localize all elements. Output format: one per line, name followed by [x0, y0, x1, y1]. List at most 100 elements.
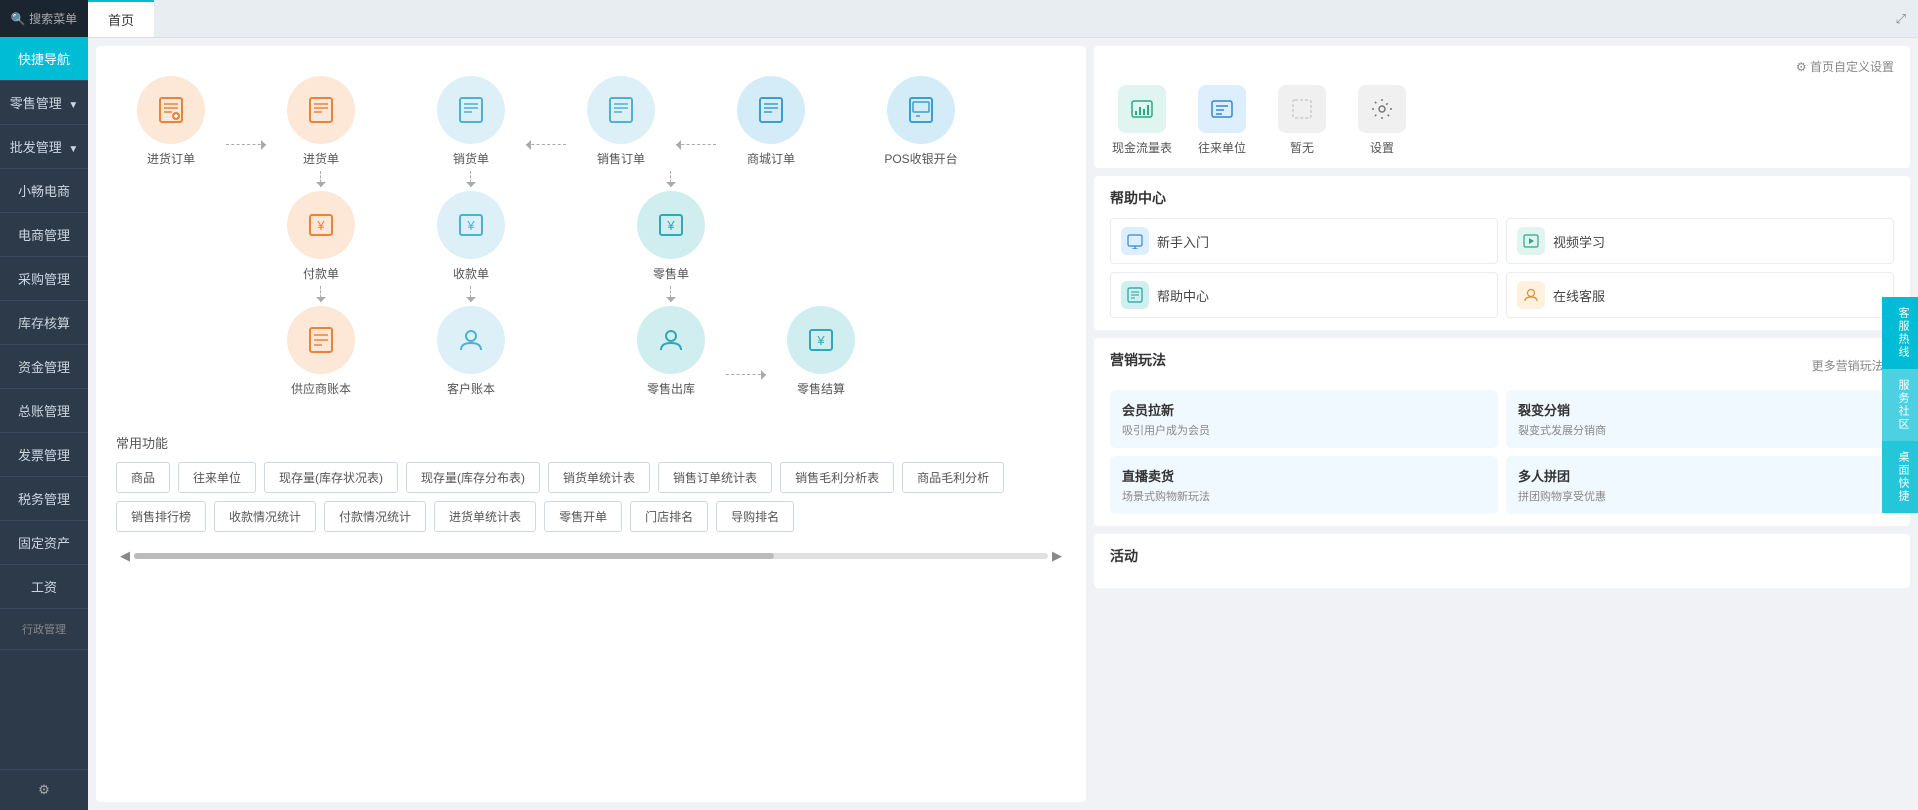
- func-btn-partner[interactable]: 往来单位: [178, 462, 256, 493]
- sidebar-item-inventory[interactable]: 库存核算: [0, 301, 88, 345]
- left-panel: 进货订单 进货单: [96, 46, 1086, 802]
- sidebar-item-label: 采购管理: [18, 272, 70, 287]
- wf-node-retail-settlement[interactable]: ¥ 零售结算: [766, 306, 876, 397]
- sidebar-item-invoice-mgmt[interactable]: 发票管理: [0, 433, 88, 477]
- sidebar-item-wholesale-mgmt[interactable]: 批发管理 ▼: [0, 125, 88, 169]
- tab-home[interactable]: 首页: [88, 0, 154, 37]
- wf-node-purchase-order[interactable]: 进货订单: [116, 76, 226, 167]
- float-btn-service-community[interactable]: 服务社区: [1882, 369, 1918, 441]
- wf-label-pos-cashier: POS收银开台: [884, 150, 957, 167]
- sidebar-settings-button[interactable]: ⚙: [0, 769, 88, 810]
- sidebar-item-purchase-mgmt[interactable]: 采购管理: [0, 257, 88, 301]
- wf-node-supplier-account[interactable]: 供应商账本: [266, 306, 376, 397]
- func-btn-sales-margin[interactable]: 销售毛利分析表: [780, 462, 894, 493]
- marketing-grid: 会员拉新 吸引用户成为会员 裂变分销 裂变式发展分销商 直播卖货 场景式购物新玩…: [1110, 390, 1894, 514]
- help-item-help[interactable]: 帮助中心: [1110, 272, 1498, 318]
- home-settings-link[interactable]: ⚙ 首页自定义设置: [1796, 58, 1894, 75]
- mkt-member-title: 会员拉新: [1122, 400, 1486, 419]
- wf-node-retail-order[interactable]: ¥ 零售单: [616, 191, 726, 282]
- func-btn-inventory-dist[interactable]: 现存量(库存分布表): [406, 462, 540, 493]
- wf-node-payment-slip[interactable]: ¥ 付款单: [266, 191, 376, 282]
- func-btn-goods[interactable]: 商品: [116, 462, 170, 493]
- help-item-video[interactable]: 视频学习: [1506, 218, 1894, 264]
- sidebar-item-label: 小畅电商: [18, 184, 70, 199]
- workflow-diagram: 进货订单 进货单: [116, 66, 1066, 417]
- mall-order-icon: [737, 76, 805, 144]
- wf-label-supplier-account: 供应商账本: [291, 380, 351, 397]
- wf-node-pos-cashier[interactable]: POS收银开台: [866, 76, 976, 167]
- tab-expand-button[interactable]: ⤢: [1884, 3, 1918, 35]
- func-btn-sales-stats[interactable]: 销货单统计表: [548, 462, 650, 493]
- func-btn-store-rank[interactable]: 门店排名: [630, 501, 708, 532]
- content-area: 进货订单 进货单: [88, 38, 1918, 810]
- svg-text:¥: ¥: [816, 333, 825, 348]
- help-item-beginner[interactable]: 新手入门: [1110, 218, 1498, 264]
- sidebar-item-label: 发票管理: [18, 448, 70, 463]
- wf-node-retail-outbound[interactable]: 零售出库: [616, 306, 726, 397]
- scroll-thumb[interactable]: [134, 553, 774, 559]
- common-functions-title: 常用功能: [116, 433, 1066, 452]
- qn-partner-units[interactable]: 往来单位: [1190, 85, 1254, 156]
- sidebar-item-general-ledger[interactable]: 总账管理: [0, 389, 88, 433]
- sidebar-item-ec-mgmt[interactable]: 电商管理: [0, 213, 88, 257]
- wf-node-sales-slip[interactable]: 销货单: [416, 76, 526, 167]
- common-functions: 常用功能 商品 往来单位 现存量(库存状况表) 现存量(库存分布表) 销货单统计…: [116, 433, 1066, 532]
- func-btn-payment-stats[interactable]: 付款情况统计: [324, 501, 426, 532]
- func-btn-goods-margin[interactable]: 商品毛利分析: [902, 462, 1004, 493]
- help-item-online[interactable]: 在线客服: [1506, 272, 1894, 318]
- partner-units-icon: [1198, 85, 1246, 133]
- sidebar-item-label: 固定资产: [18, 536, 70, 551]
- sidebar-item-quick-nav[interactable]: 快捷导航: [0, 37, 88, 81]
- mkt-item-member[interactable]: 会员拉新 吸引用户成为会员: [1110, 390, 1498, 448]
- func-btn-receipt-stats[interactable]: 收款情况统计: [214, 501, 316, 532]
- qn-cash-flow[interactable]: 现金流量表: [1110, 85, 1174, 156]
- func-btn-sales-rank[interactable]: 销售排行榜: [116, 501, 206, 532]
- chevron-down-icon: ▼: [68, 144, 78, 155]
- sidebar-item-tax-mgmt[interactable]: 税务管理: [0, 477, 88, 521]
- sidebar-search[interactable]: 🔍 搜索菜单: [0, 0, 88, 37]
- wf-label-payment-slip: 付款单: [303, 265, 339, 282]
- func-btn-retail-order[interactable]: 零售开单: [544, 501, 622, 532]
- scroll-track[interactable]: [134, 553, 1048, 559]
- wf-label-customer-account: 客户账本: [447, 380, 495, 397]
- scroll-left-arrow[interactable]: ◀: [116, 548, 134, 564]
- sidebar-item-other-mgmt[interactable]: 行政管理: [0, 609, 88, 650]
- qn-settings[interactable]: 设置: [1350, 85, 1414, 156]
- sidebar-item-label: 电商管理: [18, 228, 70, 243]
- video-icon: [1517, 227, 1545, 255]
- sidebar-item-payroll[interactable]: 工资: [0, 565, 88, 609]
- payment-slip-icon: ¥: [287, 191, 355, 259]
- wf-node-customer-account[interactable]: 客户账本: [416, 306, 526, 397]
- sidebar: 🔍 搜索菜单 快捷导航 零售管理 ▼ 批发管理 ▼ 小畅电商 电商管理 采购管理…: [0, 0, 88, 810]
- func-btn-inventory-status[interactable]: 现存量(库存状况表): [264, 462, 398, 493]
- mkt-item-live[interactable]: 直播卖货 场景式购物新玩法: [1110, 456, 1498, 514]
- func-btn-sales-order-stats[interactable]: 销售订单统计表: [658, 462, 772, 493]
- float-btn-customer-service[interactable]: 客服热线: [1882, 297, 1918, 369]
- wf-node-mall-order[interactable]: 商城订单: [716, 76, 826, 167]
- sidebar-item-label: 总账管理: [18, 404, 70, 419]
- horizontal-scrollbar[interactable]: ◀ ▶: [116, 544, 1066, 568]
- wf-label-retail-outbound: 零售出库: [647, 380, 695, 397]
- wf-node-receipt-slip[interactable]: ¥ 收款单: [416, 191, 526, 282]
- float-btn-desktop-shortcut[interactable]: 桌面快捷: [1882, 441, 1918, 513]
- help-section: 帮助中心 新手入门 视频学习: [1094, 176, 1910, 330]
- sidebar-item-label: 工资: [31, 580, 57, 595]
- online-support-label: 在线客服: [1553, 286, 1605, 305]
- top-tabs: 首页 ⤢: [88, 0, 1918, 38]
- mkt-item-group[interactable]: 多人拼团 拼团购物享受优惠: [1506, 456, 1894, 514]
- sidebar-item-retail-mgmt[interactable]: 零售管理 ▼: [0, 81, 88, 125]
- marketing-title: 营销玩法: [1110, 350, 1166, 370]
- func-btn-guide-rank[interactable]: 导购排名: [716, 501, 794, 532]
- wf-node-sales-order[interactable]: 销售订单: [566, 76, 676, 167]
- sidebar-item-capital-mgmt[interactable]: 资金管理: [0, 345, 88, 389]
- func-btn-purchase-stats[interactable]: 进货单统计表: [434, 501, 536, 532]
- wf-node-purchase-slip[interactable]: 进货单: [266, 76, 376, 167]
- sidebar-item-xiaochang-ec[interactable]: 小畅电商: [0, 169, 88, 213]
- qn-none[interactable]: 暂无: [1270, 85, 1334, 156]
- svg-text:¥: ¥: [466, 218, 475, 233]
- qn-partner-units-label: 往来单位: [1198, 139, 1246, 156]
- mkt-fission-subtitle: 裂变式发展分销商: [1518, 422, 1882, 438]
- mkt-item-fission[interactable]: 裂变分销 裂变式发展分销商: [1506, 390, 1894, 448]
- sidebar-item-fixed-assets[interactable]: 固定资产: [0, 521, 88, 565]
- scroll-right-arrow[interactable]: ▶: [1048, 548, 1066, 564]
